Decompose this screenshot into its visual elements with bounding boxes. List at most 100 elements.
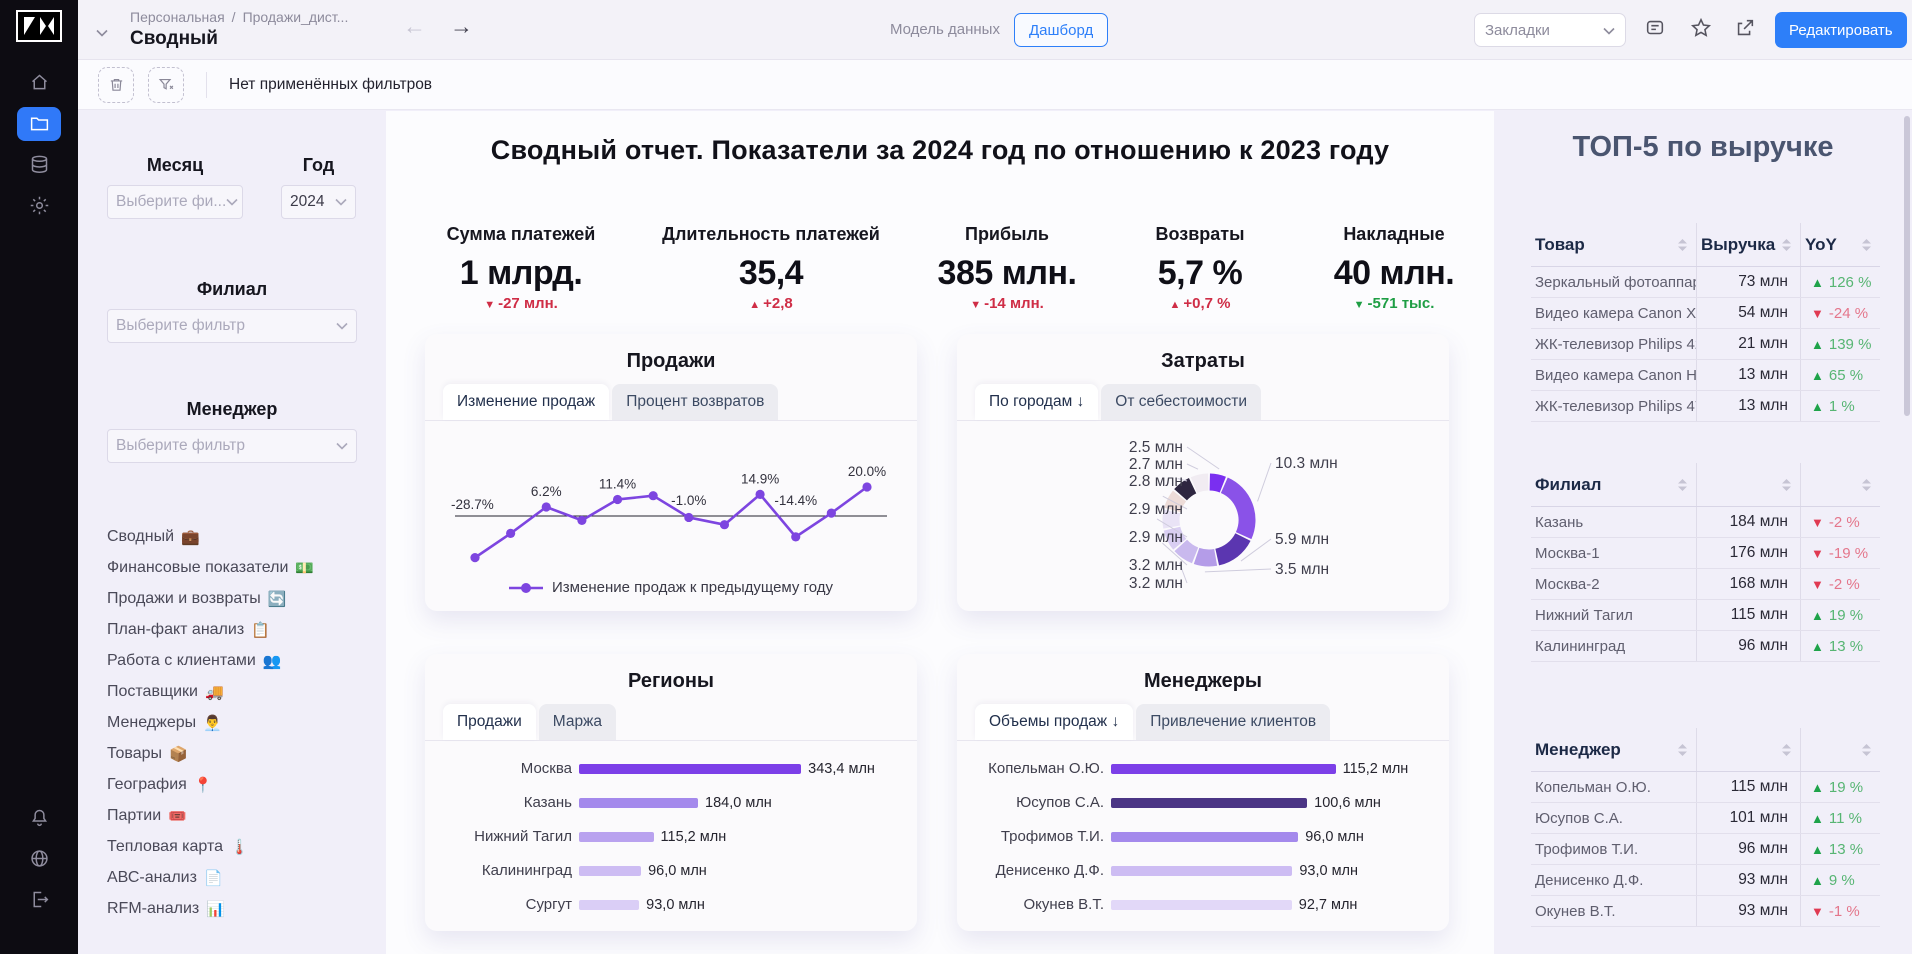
nav-rail [0, 0, 78, 954]
kpi-delta: ▲ +2,8 [749, 295, 793, 312]
sidebar-item-12[interactable]: RFM-анализ 📊 [107, 893, 386, 924]
row-yoy: ▲ 13 % [1800, 631, 1880, 661]
svg-text:20.0%: 20.0% [848, 464, 886, 479]
bar-segment[interactable] [1111, 865, 1293, 876]
rail-bell-icon[interactable] [0, 797, 78, 838]
rail-database-icon[interactable] [0, 144, 78, 185]
tab-3-1[interactable]: Привлечение клиентов [1136, 704, 1331, 740]
filter-bar: Нет применённых фильтров [78, 60, 1912, 110]
scrollbar-thumb[interactable] [1904, 116, 1910, 416]
history-forward-button[interactable]: → [450, 13, 473, 40]
history-back-button[interactable]: ← [403, 13, 426, 40]
row-yoy: ▲ 126 % [1800, 267, 1880, 297]
sidebar-item-5[interactable]: Поставщики 🚚 [107, 676, 386, 707]
row-name: Окунев В.Т. [1535, 902, 1616, 920]
row-name: Денисенко Д.Ф. [1535, 871, 1644, 889]
bar-segment[interactable] [579, 831, 654, 842]
bar-segment[interactable] [579, 865, 642, 876]
tab-0-0[interactable]: Изменение продаж [443, 384, 610, 420]
star-icon[interactable] [1690, 17, 1714, 41]
top5-table-0: Товар Выручка YoY Зеркальный фотоаппар... 73… [1531, 223, 1880, 422]
sidebar-item-emoji-icon: 📋 [251, 621, 270, 639]
sidebar-item-label: Менеджеры [107, 713, 197, 731]
chevron-down-icon [336, 437, 348, 455]
breadcrumb-root[interactable]: Персональная [130, 9, 225, 25]
tab-2-1[interactable]: Маржа [538, 704, 617, 740]
sort-header-2-1[interactable] [1696, 728, 1800, 771]
comments-icon[interactable] [1644, 17, 1668, 41]
bar-segment[interactable] [579, 899, 640, 910]
sidebar-item-0[interactable]: Сводный 💼 [107, 521, 386, 552]
row-value: 96 млн [1696, 631, 1800, 661]
kpi-value: 1 млрд. [459, 254, 583, 292]
edit-button[interactable]: Редактировать [1775, 12, 1907, 48]
table-row: Юсупов С.А. 101 млн ▲ 11 % [1531, 803, 1880, 834]
dashboard-button[interactable]: Дашборд [1014, 13, 1109, 47]
bookmarks-select[interactable]: Закладки [1474, 13, 1626, 47]
kpi-row: Сумма платежей 1 млрд. ▼ -27 млн. Длительнос… [386, 224, 1494, 334]
sort-header-0-0[interactable]: Товар [1531, 223, 1696, 266]
bar-segment[interactable] [1111, 899, 1292, 910]
tab-1-1[interactable]: От себестоимости [1101, 384, 1262, 420]
sort-header-2-0[interactable]: Менеджер [1531, 728, 1696, 771]
sidebar-item-3[interactable]: План-факт анализ 📋 [107, 614, 386, 645]
sidebar-item-4[interactable]: Работа с клиентами 👥 [107, 645, 386, 676]
rail-globe-icon[interactable] [0, 838, 78, 879]
row-yoy: ▼ -24 % [1800, 298, 1880, 328]
sidebar-item-7[interactable]: Товары 📦 [107, 738, 386, 769]
reset-filters-button[interactable] [148, 66, 184, 103]
sidebar-item-1[interactable]: Финансовые показатели 💵 [107, 552, 386, 583]
sidebar-item-9[interactable]: Партии 🎟️ [107, 800, 386, 831]
tab-0-1[interactable]: Процент возвратов [612, 384, 779, 420]
sidebar-item-2[interactable]: Продажи и возвраты 🔄 [107, 583, 386, 614]
sort-header-0-2[interactable]: YoY [1800, 223, 1880, 266]
branch-filter-select[interactable]: Выберите фильтр [107, 309, 357, 343]
rail-gear-icon[interactable] [0, 185, 78, 226]
month-filter-label: Месяц [146, 155, 204, 175]
share-icon[interactable] [1734, 17, 1758, 41]
kpi-label: Прибыль [965, 224, 1049, 244]
breadcrumb-separator: / [231, 9, 236, 25]
sidebar: Месяц Выберите фи... Год 2024 Филиал Выб… [78, 111, 386, 954]
page-title: Сводный [130, 28, 218, 49]
sort-header-2-2[interactable] [1800, 728, 1880, 771]
sidebar-item-6[interactable]: Менеджеры 👨‍💼 [107, 707, 386, 738]
rail-home-icon[interactable] [0, 62, 78, 103]
data-model-link[interactable]: Модель данных [890, 21, 1000, 38]
manager-filter-select[interactable]: Выберите фильтр [107, 429, 357, 463]
tab-3-0[interactable]: Объемы продаж ↓ [975, 704, 1134, 740]
sidebar-item-10[interactable]: Тепловая карта 🌡️ [107, 831, 386, 862]
kpi-label: Длительность платежей [662, 224, 880, 244]
bar-segment[interactable] [579, 763, 802, 774]
sidebar-item-11[interactable]: АВС-анализ 📄 [107, 862, 386, 893]
bar-segment[interactable] [1111, 763, 1336, 774]
top5-table-1: Филиал Казань 184 млн ▼ -2 % Москва-1 176 млн ▼… [1531, 463, 1880, 662]
clear-filters-trash-button[interactable] [98, 66, 134, 103]
tab-2-0[interactable]: Продажи [443, 704, 536, 740]
breadcrumb-current[interactable]: Продажи_дист... [243, 9, 349, 25]
bar-value-label: 115,2 млн [660, 828, 727, 845]
year-filter-select[interactable]: 2024 [281, 185, 356, 219]
scrollbar[interactable] [1904, 116, 1910, 946]
collapse-chevron-icon[interactable] [96, 24, 108, 42]
row-value: 73 млн [1696, 267, 1800, 297]
bar-segment[interactable] [579, 797, 699, 808]
row-value: 13 млн [1696, 391, 1800, 421]
svg-text:2.7 млн: 2.7 млн [1129, 456, 1183, 473]
sort-header-1-2[interactable] [1800, 463, 1880, 506]
bar-segment[interactable] [1111, 831, 1299, 842]
svg-text:-28.7%: -28.7% [451, 497, 494, 512]
sort-header-1-0[interactable]: Филиал [1531, 463, 1696, 506]
sidebar-item-label: Партии [107, 806, 162, 824]
sort-header-1-1[interactable] [1696, 463, 1800, 506]
sidebar-item-8[interactable]: География 📍 [107, 769, 386, 800]
rail-logout-icon[interactable] [0, 879, 78, 920]
bar-segment[interactable] [1111, 797, 1308, 808]
month-filter-select[interactable]: Выберите фи... [107, 185, 243, 219]
bar-category-label: Окунев В.Т. [1023, 896, 1104, 913]
rail-folder-icon[interactable] [0, 103, 78, 144]
tab-1-0[interactable]: По городам ↓ [975, 384, 1099, 420]
app-logo[interactable] [16, 10, 62, 42]
sort-header-0-1[interactable]: Выручка [1696, 223, 1800, 266]
kpi-label: Накладные [1343, 224, 1445, 244]
